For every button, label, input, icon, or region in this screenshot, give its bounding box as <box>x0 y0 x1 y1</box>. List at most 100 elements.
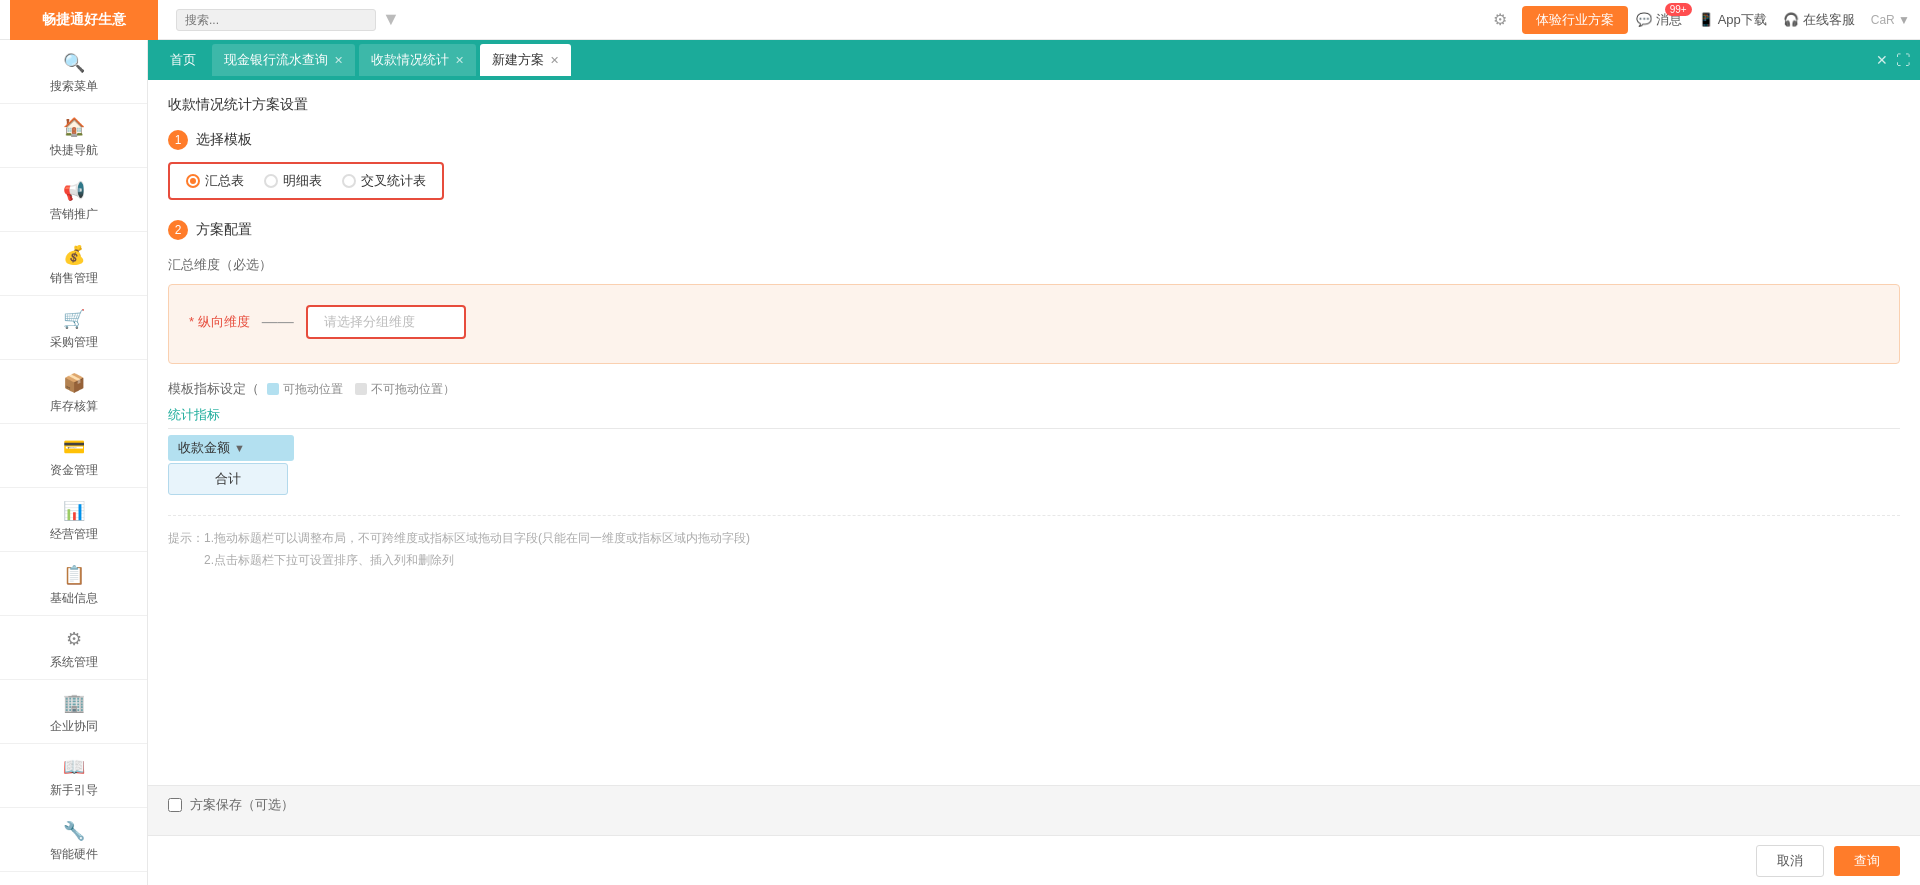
tab-newplan-close[interactable]: ✕ <box>550 54 559 67</box>
service-label: 在线客服 <box>1803 11 1855 29</box>
step2-section: 2 方案配置 汇总维度（必选） * 纵向维度 —— 请选择分组维度 <box>168 220 1900 571</box>
gear-icon[interactable]: ⚙ <box>1486 6 1514 34</box>
indicator-legend: 可拖动位置 不可拖动位置） <box>267 381 455 398</box>
sidebar-item-search[interactable]: 🔍 搜索菜单 <box>0 40 147 104</box>
tip2-text: 2.点击标题栏下拉可设置排序、插入列和删除列 <box>204 553 454 567</box>
radio-detail[interactable]: 明细表 <box>264 172 322 190</box>
user-avatar[interactable]: CaR ▼ <box>1871 13 1910 27</box>
sidebar-item-sales[interactable]: 💰 销售管理 <box>0 232 147 296</box>
sidebar-label-guide: 新手引导 <box>50 782 98 799</box>
sidebar-item-management[interactable]: 📊 经营管理 <box>0 488 147 552</box>
notification-button[interactable]: 💬 消息 99+ <box>1636 11 1682 29</box>
base-icon: 📋 <box>63 564 85 586</box>
dimension-area: * 纵向维度 —— 请选择分组维度 <box>168 284 1900 364</box>
sidebar-item-inventory[interactable]: 📦 库存核算 <box>0 360 147 424</box>
sidebar-item-enterprise[interactable]: 🏢 企业协同 <box>0 680 147 744</box>
header-right: 💬 消息 99+ 📱 App下载 🎧 在线客服 CaR ▼ <box>1636 11 1910 29</box>
dimension-config: 汇总维度（必选） * 纵向维度 —— 请选择分组维度 <box>168 256 1900 364</box>
tip1: 提示：1.拖动标题栏可以调整布局，不可跨维度或指标区域拖动目字段(只能在同一维度… <box>168 528 1900 550</box>
service-icon: 🎧 <box>1783 12 1799 27</box>
dimension-selector[interactable]: 请选择分组维度 <box>306 305 466 339</box>
vertical-dimension-label: * 纵向维度 <box>189 313 250 331</box>
sidebar-item-system[interactable]: ⚙ 系统管理 <box>0 616 147 680</box>
sidebar-label-finance: 资金管理 <box>50 462 98 479</box>
sidebar-item-guide[interactable]: 📖 新手引导 <box>0 744 147 808</box>
tab-home[interactable]: 首页 <box>158 44 208 76</box>
download-icon: 📱 <box>1698 12 1714 27</box>
radio-cross-circle <box>342 174 356 188</box>
service-button[interactable]: 🎧 在线客服 <box>1783 11 1855 29</box>
tab-bar-right: ✕ ⛶ <box>1876 52 1910 68</box>
page-inner: 收款情况统计方案设置 1 选择模板 汇总表 明细表 <box>148 80 1920 785</box>
dropdown-icon: ▼ <box>234 442 245 454</box>
sidebar-item-purchase[interactable]: 🛒 采购管理 <box>0 296 147 360</box>
indicator-table: 统计指标 收款金额 ▼ 合计 <box>168 406 1900 495</box>
radio-summary-circle <box>186 174 200 188</box>
tab-newplan[interactable]: 新建方案 ✕ <box>480 44 571 76</box>
sidebar-label-enterprise: 企业协同 <box>50 718 98 735</box>
dimension-row: * 纵向维度 —— 请选择分组维度 <box>189 305 1879 339</box>
step1-header: 1 选择模板 <box>168 130 1900 150</box>
tab-cashflow-close[interactable]: ✕ <box>334 54 343 67</box>
management-icon: 📊 <box>63 500 85 522</box>
sidebar-label-system: 系统管理 <box>50 654 98 671</box>
legend-fixed: 不可拖动位置） <box>355 381 455 398</box>
indicator-settings-header: 模板指标设定（ 可拖动位置 不可拖动位置） <box>168 380 1900 398</box>
step2-number: 2 <box>168 220 188 240</box>
radio-summary[interactable]: 汇总表 <box>186 172 244 190</box>
sidebar-label-sales: 销售管理 <box>50 270 98 287</box>
tab-receipt-close[interactable]: ✕ <box>455 54 464 67</box>
indicator-label-prefix: 模板指标设定（ <box>168 380 259 398</box>
system-icon: ⚙ <box>66 628 82 650</box>
save-plan-label: 方案保存（可选） <box>190 796 294 814</box>
sidebar-item-wechat[interactable]: 💬 企业微信 <box>0 872 147 885</box>
indicator-tag-amount[interactable]: 收款金额 ▼ <box>168 435 294 461</box>
stat-indicator-label: 统计指标 <box>168 406 1900 429</box>
step2-title: 方案配置 <box>196 221 252 239</box>
sidebar-label-management: 经营管理 <box>50 526 98 543</box>
hardware-icon: 🔧 <box>63 820 85 842</box>
header-search-area: ▼ <box>176 9 1478 31</box>
radio-cross[interactable]: 交叉统计表 <box>342 172 426 190</box>
page-footer: 方案保存（可选） <box>148 785 1920 824</box>
sidebar-label-purchase: 采购管理 <box>50 334 98 351</box>
query-button[interactable]: 查询 <box>1834 846 1900 876</box>
logo-text: 畅捷通好生意 <box>42 11 126 29</box>
sidebar-item-hardware[interactable]: 🔧 智能硬件 <box>0 808 147 872</box>
finance-icon: 💳 <box>63 436 85 458</box>
tips-section: 提示：1.拖动标题栏可以调整布局，不可跨维度或指标区域拖动目字段(只能在同一维度… <box>168 515 1900 571</box>
radio-detail-circle <box>264 174 278 188</box>
indicator-settings: 模板指标设定（ 可拖动位置 不可拖动位置） <box>168 380 1900 495</box>
sidebar-label-marketing: 营销推广 <box>50 206 98 223</box>
legend-draggable: 可拖动位置 <box>267 381 343 398</box>
tab-cashflow[interactable]: 现金银行流水查询 ✕ <box>212 44 355 76</box>
step1-section: 1 选择模板 汇总表 明细表 <box>168 130 1900 200</box>
legend-draggable-dot <box>267 383 279 395</box>
sidebar-item-home[interactable]: 🏠 快捷导航 <box>0 104 147 168</box>
sidebar-item-base[interactable]: 📋 基础信息 <box>0 552 147 616</box>
sidebar-item-marketing[interactable]: 📢 营销推广 <box>0 168 147 232</box>
save-plan-checkbox[interactable] <box>168 798 182 812</box>
guide-icon: 📖 <box>63 756 85 778</box>
page-content: 收款情况统计方案设置 1 选择模板 汇总表 明细表 <box>148 80 1920 835</box>
close-window-icon[interactable]: ✕ <box>1876 52 1888 68</box>
page-title: 收款情况统计方案设置 <box>168 96 1900 114</box>
step1-number: 1 <box>168 130 188 150</box>
expand-window-icon[interactable]: ⛶ <box>1896 52 1910 68</box>
download-label: App下载 <box>1718 11 1767 29</box>
legend-draggable-label: 可拖动位置 <box>283 381 343 398</box>
step2-header: 2 方案配置 <box>168 220 1900 240</box>
search-input[interactable] <box>176 9 376 31</box>
tip1-text: 1.拖动标题栏可以调整布局，不可跨维度或指标区域拖动目字段(只能在同一维度或指标… <box>204 531 750 545</box>
download-button[interactable]: 📱 App下载 <box>1698 11 1767 29</box>
cancel-button[interactable]: 取消 <box>1756 845 1824 877</box>
logo: 畅捷通好生意 <box>10 0 158 40</box>
sidebar-item-finance[interactable]: 💳 资金管理 <box>0 424 147 488</box>
tab-receipt[interactable]: 收款情况统计 ✕ <box>359 44 476 76</box>
message-icon: 💬 <box>1636 12 1652 27</box>
sidebar: 🔍 搜索菜单 🏠 快捷导航 📢 营销推广 💰 销售管理 🛒 采购管理 📦 库存核… <box>0 40 148 885</box>
step1-title: 选择模板 <box>196 131 252 149</box>
sidebar-label-inventory: 库存核算 <box>50 398 98 415</box>
trial-button[interactable]: 体验行业方案 <box>1522 6 1628 34</box>
notification-badge: 99+ <box>1665 3 1692 16</box>
